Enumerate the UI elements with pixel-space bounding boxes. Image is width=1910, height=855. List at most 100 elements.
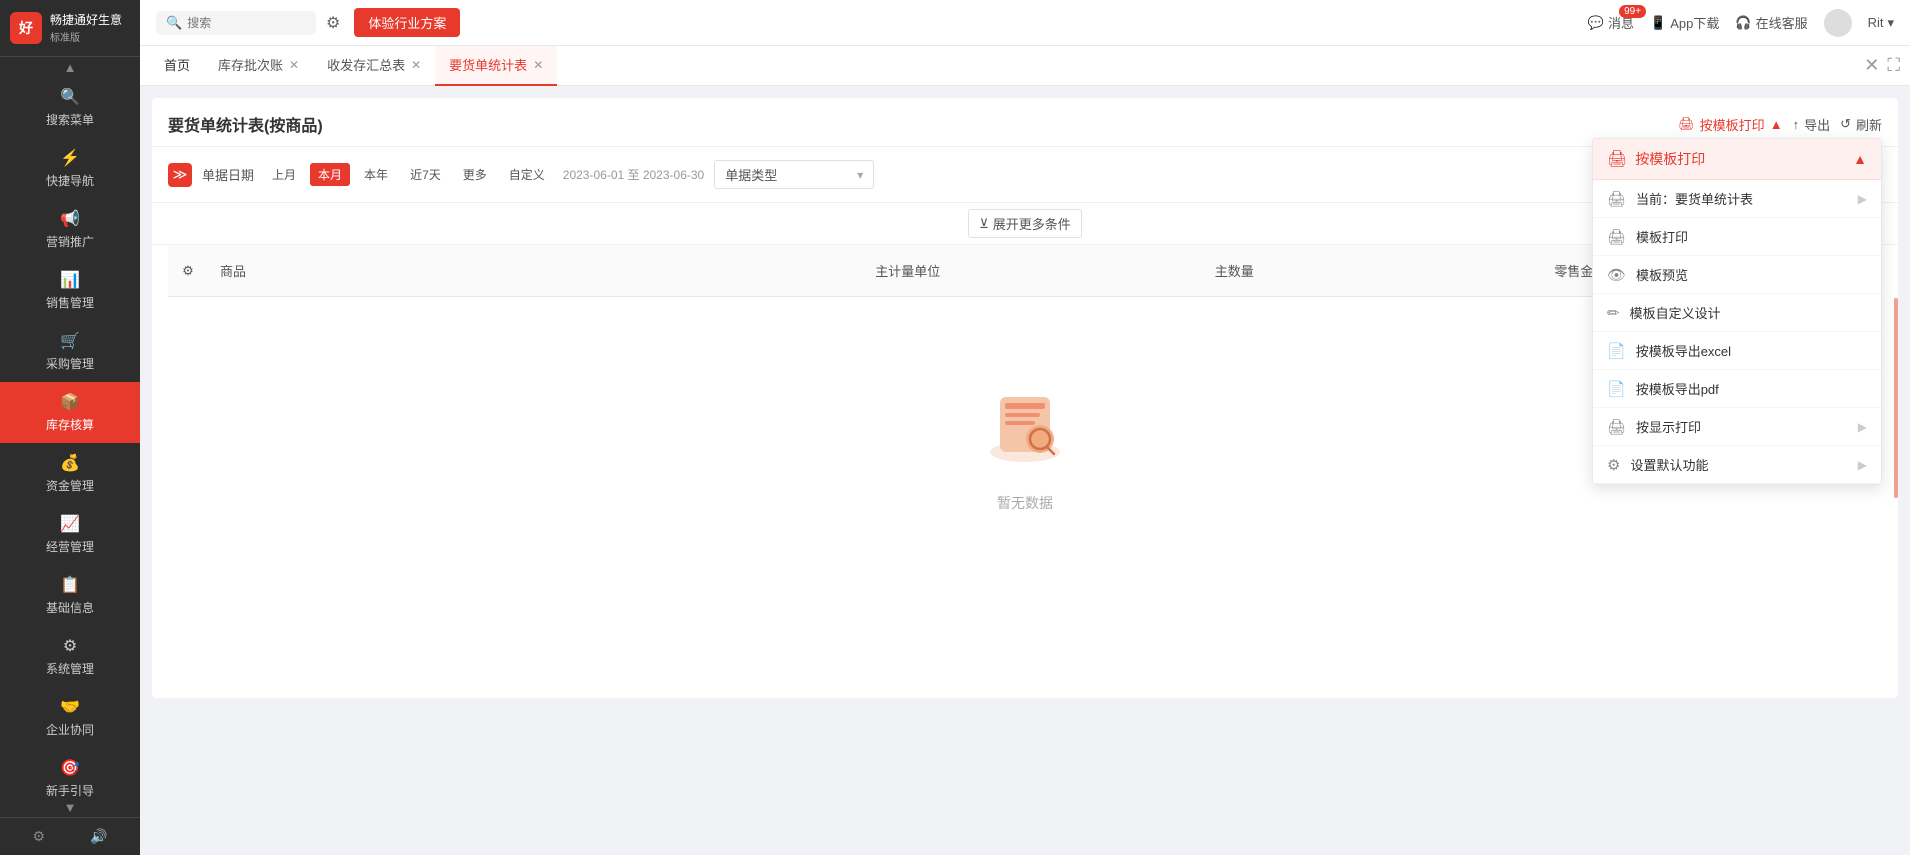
right-scrollbar[interactable]: [1894, 298, 1898, 498]
expand-more-button[interactable]: ⊻ 展开更多条件: [968, 209, 1082, 238]
dropdown-item-template-print[interactable]: 🖨 模板打印: [1593, 218, 1881, 256]
sidebar-item-finance[interactable]: 💰 资金管理: [0, 443, 140, 504]
display-print-chevron-icon: ▶: [1858, 420, 1867, 434]
empty-state-text: 暂无数据: [997, 493, 1053, 513]
tab-inventory-batch[interactable]: 库存批次账 ✕: [204, 46, 313, 86]
sidebar-item-inventory[interactable]: 📦 库存核算: [0, 382, 140, 443]
topbar-messages[interactable]: 💬 消息 99+: [1588, 13, 1634, 32]
topbar-online-service[interactable]: 🎧 在线客服: [1735, 13, 1807, 32]
system-icon: ⚙: [63, 636, 77, 656]
sidebar-item-sales[interactable]: 📊 销售管理: [0, 260, 140, 321]
sidebar-item-sales-label: 销售管理: [46, 294, 94, 311]
sales-icon: 📊: [60, 270, 80, 290]
tab-home-label: 首页: [164, 55, 190, 74]
sidebar-item-operations[interactable]: 📈 经营管理: [0, 504, 140, 565]
sidebar-item-collab-label: 企业协同: [46, 721, 94, 738]
tab-home[interactable]: 首页: [150, 46, 204, 86]
tab-order-stat[interactable]: 要货单统计表 ✕: [435, 46, 557, 86]
app-download-icon: 📱: [1650, 15, 1666, 31]
tabs-maximize-icon[interactable]: ⛶: [1887, 55, 1900, 76]
dropdown-item-export-pdf[interactable]: 📄 按模板导出pdf: [1593, 370, 1881, 408]
tab-order-stat-close-icon[interactable]: ✕: [533, 58, 543, 72]
dropdown-item-display-print[interactable]: 🖨 按显示打印 ▶: [1593, 408, 1881, 446]
table-header-qty: 主数量: [1203, 253, 1543, 288]
topbar-app-download[interactable]: 📱 App下载: [1650, 13, 1719, 32]
date-btn-custom[interactable]: 自定义: [501, 163, 553, 186]
sidebar-item-collab[interactable]: 🤝 企业协同: [0, 687, 140, 748]
marketing-icon: 📢: [60, 209, 80, 229]
tab-order-stat-label: 要货单统计表: [449, 55, 527, 74]
template-preview-icon: 👁: [1607, 266, 1626, 284]
dropdown-item-template-custom[interactable]: ✏ 模板自定义设计: [1593, 294, 1881, 332]
dropdown-item-export-excel[interactable]: 📄 按模板导出excel: [1593, 332, 1881, 370]
topbar-right-actions: 💬 消息 99+ 📱 App下载 🎧 在线客服 Rit ▾: [1588, 9, 1894, 37]
date-btn-last-month[interactable]: 上月: [264, 163, 304, 186]
current-template-chevron-icon: ▶: [1858, 192, 1867, 206]
sidebar-item-search[interactable]: 🔍 搜索菜单: [0, 77, 140, 138]
tab-receivable-summary[interactable]: 收发存汇总表 ✕: [313, 46, 435, 86]
btn-export[interactable]: ↑ 导出: [1793, 115, 1831, 134]
date-btn-this-month[interactable]: 本月: [310, 163, 350, 186]
page-header-actions: 🖨 按模板打印 ▲ ↑ 导出 ↺ 刷新: [1678, 115, 1882, 134]
sidebar-item-newbie[interactable]: 🎯 新手引导: [0, 748, 140, 797]
set-default-icon: ⚙: [1607, 456, 1620, 474]
dropdown-item-current-template[interactable]: 🖨 当前：要货单统计表 ▶: [1593, 180, 1881, 218]
template-print-chevron-up-icon: ▲: [1770, 117, 1783, 132]
export-label: 导出: [1804, 115, 1830, 134]
tab-inventory-batch-close-icon[interactable]: ✕: [289, 58, 299, 72]
topbar-gear-icon[interactable]: ⚙: [326, 13, 340, 33]
sidebar-scroll-down[interactable]: ▼: [0, 797, 140, 817]
username-label: Rit: [1868, 15, 1884, 30]
export-pdf-icon: 📄: [1607, 380, 1626, 398]
sidebar-sound-icon[interactable]: 🔊: [90, 828, 107, 845]
template-print-icon: 🖨: [1678, 116, 1695, 132]
template-custom-icon: ✏: [1607, 304, 1620, 322]
dropdown-header: 🖨 按模板打印 ▲: [1593, 139, 1881, 180]
dropdown-chevron-up-icon[interactable]: ▲: [1853, 151, 1867, 167]
date-btn-7days[interactable]: 近7天: [402, 163, 449, 186]
topbar-search-box[interactable]: 🔍: [156, 11, 316, 35]
empty-state-icon: [975, 377, 1075, 477]
topbar-industry-button[interactable]: 体验行业方案: [354, 8, 460, 37]
username-chevron-icon: ▾: [1887, 15, 1894, 31]
dropdown-item-template-preview[interactable]: 👁 模板预览: [1593, 256, 1881, 294]
sidebar-item-basic-info[interactable]: 📋 基础信息: [0, 565, 140, 626]
topbar-search-input[interactable]: [187, 16, 287, 30]
sidebar-logo: 好 畅捷通好生意 标准版: [0, 0, 140, 57]
dropdown-item-set-default[interactable]: ⚙ 设置默认功能 ▶: [1593, 446, 1881, 484]
sidebar-item-system-label: 系统管理: [46, 660, 94, 677]
basic-info-icon: 📋: [60, 575, 80, 595]
topbar-avatar[interactable]: [1824, 9, 1852, 37]
sidebar-scroll-up[interactable]: ▲: [0, 57, 140, 77]
filter-doc-type-select[interactable]: 单据类型 ▾: [714, 160, 874, 189]
sidebar-item-marketing[interactable]: 📢 营销推广: [0, 199, 140, 260]
dropdown-header-left: 🖨 按模板打印: [1607, 149, 1705, 169]
sidebar-item-purchase-label: 采购管理: [46, 355, 94, 372]
operations-icon: 📈: [60, 514, 80, 534]
set-default-label: 设置默认功能: [1630, 455, 1847, 474]
sidebar-settings-icon[interactable]: ⚙: [33, 828, 46, 845]
newbie-icon: 🎯: [60, 758, 80, 778]
date-btn-this-year[interactable]: 本年: [356, 163, 396, 186]
tabs-close-icon[interactable]: ✕: [1864, 55, 1879, 76]
sidebar: 好 畅捷通好生意 标准版 ▲ 🔍 搜索菜单 ⚡ 快捷导航 📢 营销推广 📊 销售…: [0, 0, 140, 855]
tab-receivable-summary-close-icon[interactable]: ✕: [411, 58, 421, 72]
messages-badge: 99+: [1619, 5, 1646, 18]
sidebar-nav: 🔍 搜索菜单 ⚡ 快捷导航 📢 营销推广 📊 销售管理 🛒 采购管理 📦 库存核…: [0, 77, 140, 797]
expand-more-chevron-icon: ⊻: [979, 216, 989, 232]
finance-icon: 💰: [60, 453, 80, 473]
sidebar-item-purchase[interactable]: 🛒 采购管理: [0, 321, 140, 382]
date-btn-more[interactable]: 更多: [455, 163, 495, 186]
sidebar-item-newbie-label: 新手引导: [46, 782, 94, 797]
topbar-username[interactable]: Rit ▾: [1868, 15, 1894, 31]
btn-template-print[interactable]: 🖨 按模板打印 ▲: [1678, 115, 1782, 134]
sidebar-item-marketing-label: 营销推广: [46, 233, 94, 250]
sidebar-item-system[interactable]: ⚙ 系统管理: [0, 626, 140, 687]
filter-expand-button[interactable]: ≫: [168, 163, 192, 187]
sidebar-item-shortcut[interactable]: ⚡ 快捷导航: [0, 138, 140, 199]
sidebar-bottom: ⚙ 🔊: [0, 817, 140, 855]
template-custom-label: 模板自定义设计: [1630, 303, 1867, 322]
inventory-icon: 📦: [60, 392, 80, 412]
btn-refresh[interactable]: ↺ 刷新: [1840, 115, 1882, 134]
table-header-gear[interactable]: ⚙: [168, 255, 208, 287]
